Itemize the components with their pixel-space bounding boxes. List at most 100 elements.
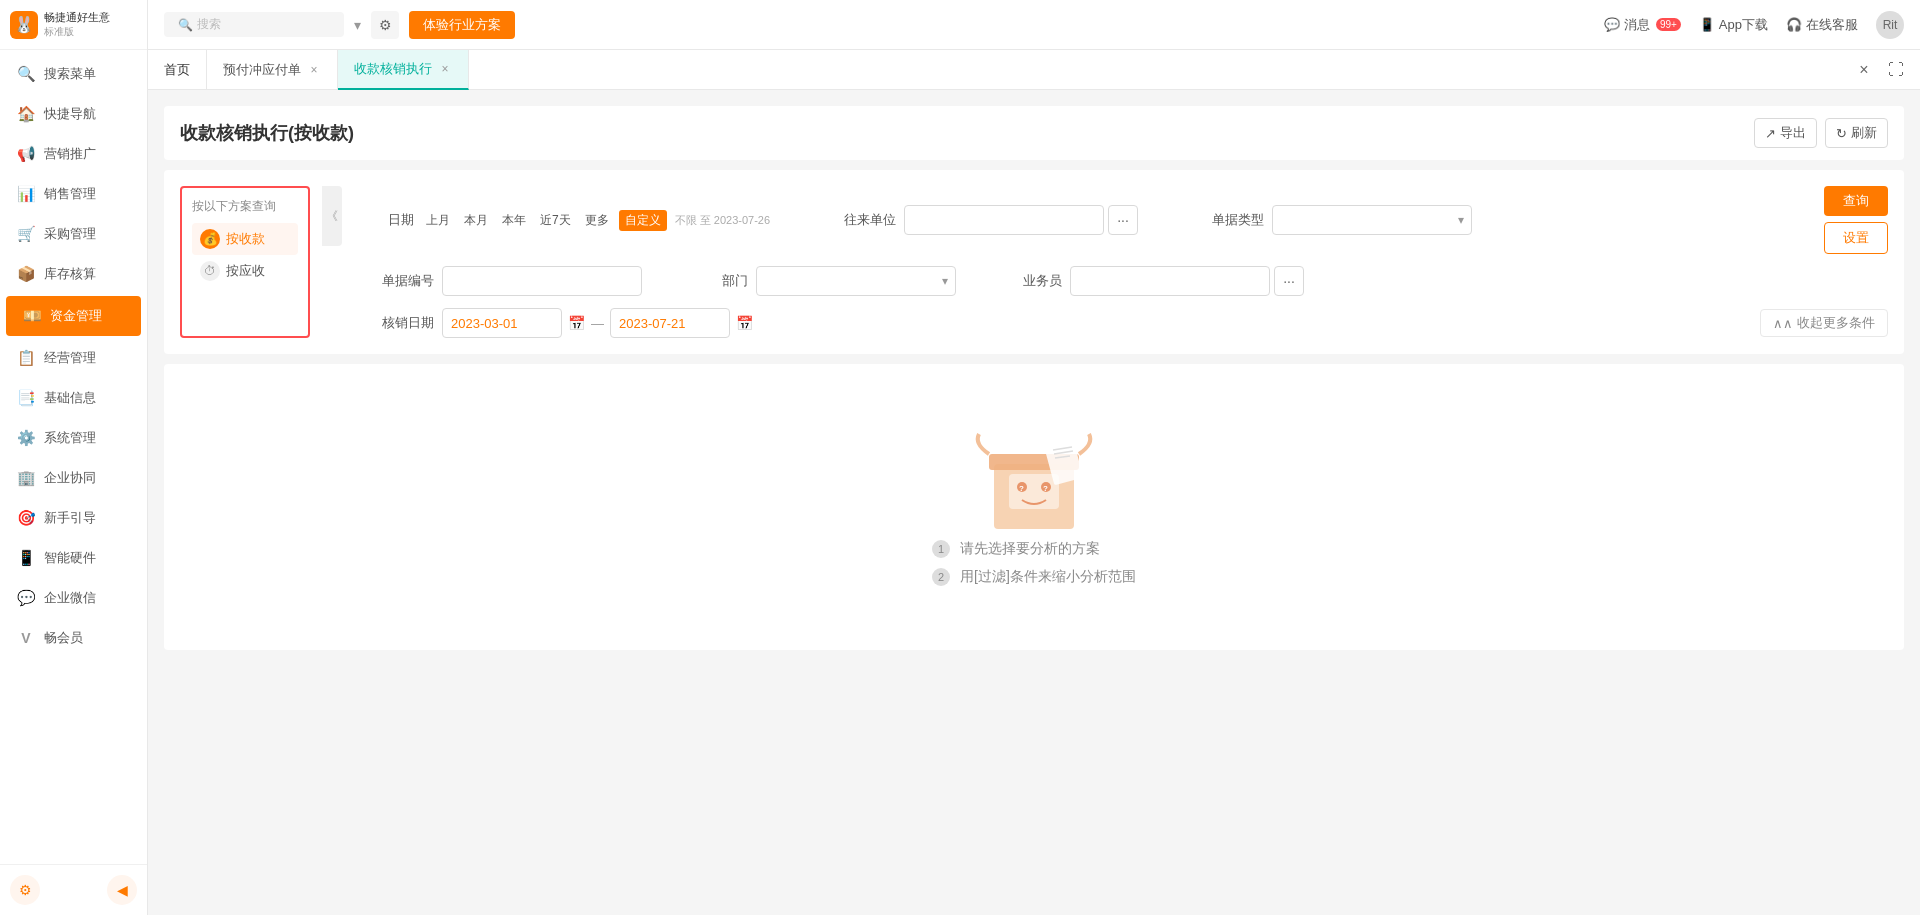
refresh-label: 刷新 [1851,124,1877,142]
sidebar-item-label: 智能硬件 [44,549,96,567]
export-icon: ↗ [1765,126,1776,141]
search-icon: 🔍 [178,18,193,32]
doc-number-label: 单据编号 [354,272,434,290]
writeoff-date-end[interactable]: 2023-07-21 [610,308,730,338]
staff-ellipsis-btn[interactable]: ··· [1274,266,1304,296]
tab-home-label: 首页 [164,61,190,79]
refresh-btn[interactable]: ↻ 刷新 [1825,118,1888,148]
query-btn[interactable]: 查询 [1824,186,1888,216]
purchase-icon: 🛒 [16,224,36,244]
filter-fields: 日期 上月 本月 本年 近7天 更多 自定义 不限 至 2023-07-26 往… [354,186,1888,338]
filter-row-1: 日期 上月 本月 本年 近7天 更多 自定义 不限 至 2023-07-26 往… [354,186,1888,254]
sidebar-item-business[interactable]: 📋 经营管理 [0,338,147,378]
app-download-btn[interactable]: 📱 App下载 [1699,16,1768,34]
guide-icon: 🎯 [16,508,36,528]
sidebar-item-inventory[interactable]: 📦 库存核算 [0,254,147,294]
staff-label: 业务员 [1002,272,1062,290]
tab-receipt-writeoff[interactable]: 收款核销执行 × [338,50,469,90]
date-last-7days[interactable]: 近7天 [536,210,575,231]
sidebar-item-marketing[interactable]: 📢 营销推广 [0,134,147,174]
sidebar-item-finance[interactable]: 💴 资金管理 [6,296,141,336]
sidebar-item-label: 销售管理 [44,185,96,203]
date-custom[interactable]: 自定义 [619,210,667,231]
date-this-month[interactable]: 本月 [460,210,492,231]
industry-solution-btn[interactable]: 体验行业方案 [409,11,515,39]
sidebar-item-basic-info[interactable]: 📑 基础信息 [0,378,147,418]
tab-home[interactable]: 首页 [148,50,207,90]
sidebar-item-label: 库存核算 [44,265,96,283]
calendar-start-icon[interactable]: 📅 [568,315,585,331]
tab-prepay-close[interactable]: × [307,63,321,77]
tab-receipt-writeoff-close[interactable]: × [438,62,452,76]
date-more[interactable]: 更多 [581,210,613,231]
doc-number-input[interactable] [442,266,642,296]
app-version: 标准版 [44,25,110,39]
filter-sidebar-collapse-btn[interactable]: 《 [322,186,342,246]
collapse-sidebar-btn[interactable]: ◀ [107,875,137,905]
online-service-label: 在线客服 [1806,16,1858,34]
date-label: 日期 [354,211,414,229]
svg-text:?: ? [1019,484,1024,493]
sidebar-item-wechat[interactable]: 💬 企业微信 [0,578,147,618]
by-receipt-icon: 💰 [200,229,220,249]
dept-label: 部门 [688,272,748,290]
fullscreen-btn[interactable]: ⛶ [1882,56,1910,84]
search-dropdown-btn[interactable]: ▾ [354,17,361,33]
collapse-more-btn[interactable]: ∧∧ 收起更多条件 [1760,309,1888,337]
message-btn[interactable]: 💬 消息 99+ [1604,16,1681,34]
by-receipt-label: 按收款 [226,230,265,248]
empty-state: ? ? 1 请先选择要分析的方案 2 用[过滤]条件来缩小分析范围 [164,364,1904,650]
tab-bar-actions: × ⛶ [1850,56,1920,84]
sidebar-item-quick-nav[interactable]: 🏠 快捷导航 [0,94,147,134]
sidebar-item-label: 新手引导 [44,509,96,527]
message-label: 消息 [1624,16,1650,34]
settings-bottom-btn[interactable]: ⚙ [10,875,40,905]
export-btn[interactable]: ↗ 导出 [1754,118,1817,148]
sidebar-item-guide[interactable]: 🎯 新手引导 [0,498,147,538]
doc-type-label: 单据类型 [1184,211,1264,229]
counterpart-ellipsis-btn[interactable]: ··· [1108,205,1138,235]
filter-row-2: 单据编号 部门 业务员 ··· [354,266,1888,296]
user-profile-btn[interactable]: Rit [1876,11,1904,39]
close-tab-btn[interactable]: × [1850,56,1878,84]
sidebar-item-search-menu[interactable]: 🔍 搜索菜单 [0,54,147,94]
filter-sidebar: 按以下方案查询 💰 按收款 ⏱ 按应收 [180,186,310,338]
filter-option-by-receivable[interactable]: ⏱ 按应收 [192,255,298,287]
dept-select[interactable] [756,266,956,296]
calendar-end-icon[interactable]: 📅 [736,315,753,331]
sidebar-item-smart-hardware[interactable]: 📱 智能硬件 [0,538,147,578]
message-icon: 💬 [1604,17,1620,32]
sidebar-item-label: 企业微信 [44,589,96,607]
sidebar-item-system[interactable]: ⚙️ 系统管理 [0,418,147,458]
page-content: 收款核销执行(按收款) ↗ 导出 ↻ 刷新 按以下方案查询 💰 按收款 [148,90,1920,915]
online-service-btn[interactable]: 🎧 在线客服 [1786,16,1858,34]
business-icon: 📋 [16,348,36,368]
sidebar-item-label: 资金管理 [50,307,102,325]
date-last-month[interactable]: 上月 [422,210,454,231]
sidebar-item-enterprise[interactable]: 🏢 企业协同 [0,458,147,498]
staff-input[interactable] [1070,266,1270,296]
logo-icon: 🐰 [10,11,38,39]
sidebar-item-label: 企业协同 [44,469,96,487]
sidebar-item-member[interactable]: V 畅会员 [0,618,147,658]
filter-option-by-receipt[interactable]: 💰 按收款 [192,223,298,255]
system-icon: ⚙️ [16,428,36,448]
global-search-box[interactable]: 🔍 搜索 [164,12,344,37]
enterprise-icon: 🏢 [16,468,36,488]
by-receivable-icon: ⏱ [200,261,220,281]
writeoff-date-start[interactable]: 2023-03-01 [442,308,562,338]
gear-settings-btn[interactable]: ⚙ [371,11,399,39]
chevron-up-icon: ∧∧ [1773,316,1793,331]
filter-settings-btn[interactable]: 设置 [1824,222,1888,254]
tab-prepay[interactable]: 预付冲应付单 × [207,50,338,90]
user-initials: Rit [1883,18,1898,32]
sidebar-item-sales[interactable]: 📊 销售管理 [0,174,147,214]
sidebar-item-purchase[interactable]: 🛒 采购管理 [0,214,147,254]
doc-type-select[interactable] [1272,205,1472,235]
date-this-year[interactable]: 本年 [498,210,530,231]
sidebar-navigation: 🔍 搜索菜单 🏠 快捷导航 📢 营销推广 📊 销售管理 🛒 采购管理 📦 库存核… [0,50,147,864]
app-download-label: App下载 [1719,16,1768,34]
search-placeholder: 搜索 [197,16,221,33]
counterpart-input[interactable] [904,205,1104,235]
doc-type-field: 单据类型 [1184,205,1472,235]
